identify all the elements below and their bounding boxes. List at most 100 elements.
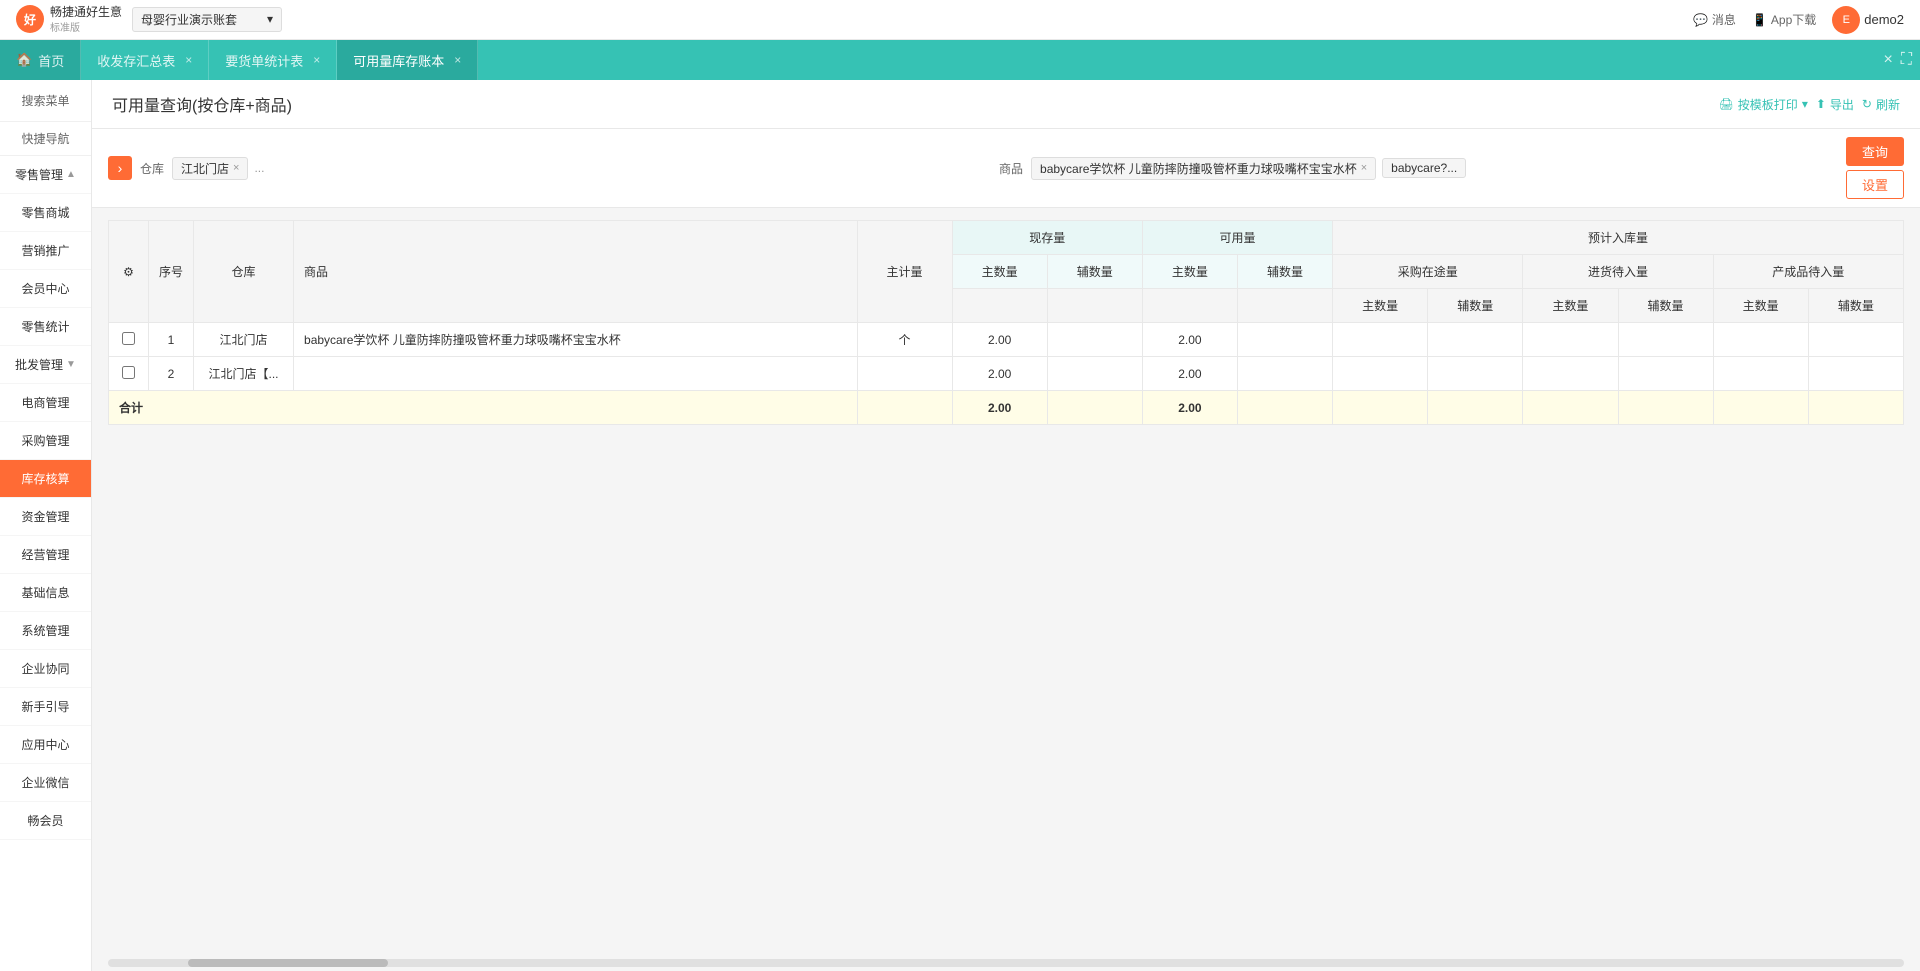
tab-receive-send-label: 收发存汇总表	[97, 51, 175, 70]
th-purchase-transit: 采购在途量	[1333, 255, 1523, 289]
sidebar-item-ecommerce[interactable]: 电商管理	[0, 384, 91, 422]
sidebar-item-enterprise-wx-label: 企业微信	[21, 774, 69, 791]
query-btn[interactable]: 查询	[1846, 137, 1904, 166]
table-container: ⚙ 序号 仓库 商品 主计量 现存量 可用量 预计入库量 主数量 辅数量 主数量	[92, 208, 1920, 955]
sidebar-item-enterprise[interactable]: 企业协同	[0, 650, 91, 688]
tab-home[interactable]: 🏠 首页	[0, 40, 81, 80]
cell-unit: 个	[857, 323, 952, 357]
cell-pa-aux	[1618, 323, 1713, 357]
sidebar-item-ecommerce-label: 电商管理	[21, 394, 69, 411]
app-download-btn[interactable]: 📱 App下载	[1752, 11, 1816, 28]
close-all-tabs-btn[interactable]: ×	[1883, 51, 1892, 69]
refresh-btn[interactable]: ↻ 刷新	[1862, 96, 1900, 113]
tab-available-stock-close[interactable]: ×	[454, 53, 461, 67]
sidebar-quick-nav[interactable]: 快捷导航	[0, 122, 91, 156]
username: demo2	[1864, 12, 1904, 27]
cell-avail-main: 2.00	[1142, 323, 1237, 357]
sidebar-item-vip[interactable]: 畅会员	[0, 802, 91, 840]
tab-available-stock-label: 可用量库存账本	[353, 51, 444, 70]
warehouse-tag-close[interactable]: ×	[233, 162, 239, 174]
th-current-aux: 辅数量	[1047, 255, 1142, 289]
th-settings: ⚙	[109, 221, 149, 323]
export-btn[interactable]: ⬆ 导出	[1816, 96, 1854, 113]
cell-checkbox[interactable]	[109, 357, 149, 391]
app-icon: 📱	[1752, 13, 1767, 27]
sidebar-item-base-info[interactable]: 基础信息	[0, 574, 91, 612]
fullscreen-btn[interactable]: ⛶	[1901, 51, 1912, 69]
message-btn[interactable]: 💬 消息	[1693, 11, 1736, 28]
sidebar-item-member-center[interactable]: 会员中心	[0, 270, 91, 308]
industry-selector[interactable]: 母婴行业演示账套 ▾	[132, 7, 282, 32]
sidebar-item-wholesale-label: 批发管理	[15, 356, 63, 373]
summary-spacer	[857, 391, 952, 425]
row-checkbox[interactable]	[122, 332, 135, 345]
search-menu-btn[interactable]: 搜索菜单	[8, 88, 83, 113]
cell-pp-aux	[1808, 323, 1903, 357]
tab-order-stats[interactable]: 要货单统计表 ×	[209, 40, 337, 80]
th-pp-aux: 辅数量	[1808, 289, 1903, 323]
warehouse-tag: 江北门店 ×	[172, 157, 248, 180]
filter-toggle-btn[interactable]: ›	[108, 156, 132, 180]
th-avail-main: 主数量	[1142, 255, 1237, 289]
scroll-track[interactable]	[108, 959, 1904, 967]
product-tag-1-close[interactable]: ×	[1361, 162, 1367, 174]
sidebar-item-system[interactable]: 系统管理	[0, 612, 91, 650]
sidebar-item-marketing[interactable]: 营销推广	[0, 232, 91, 270]
cell-avail-aux	[1238, 323, 1333, 357]
top-bar: 好 畅捷通好生意 标准版 母婴行业演示账套 ▾ 💬 消息 📱 App下载 E d…	[0, 0, 1920, 40]
tab-controls: × ⛶	[1883, 51, 1920, 69]
logo-text-area: 畅捷通好生意 标准版	[50, 5, 122, 34]
cell-checkbox[interactable]	[109, 323, 149, 357]
scroll-thumb[interactable]	[188, 959, 388, 967]
cell-warehouse: 江北门店	[194, 323, 294, 357]
sidebar-item-retail-stats[interactable]: 零售统计	[0, 308, 91, 346]
th-no: 序号	[149, 221, 194, 323]
export-icon: ⬆	[1816, 97, 1826, 111]
sidebar-item-new-guide-label: 新手引导	[21, 698, 69, 715]
warehouse-more[interactable]: ...	[254, 161, 264, 175]
tab-receive-send-close[interactable]: ×	[185, 53, 192, 67]
page-title: 可用量查询(按仓库+商品)	[112, 92, 292, 116]
th-pt-main: 主数量	[1333, 289, 1428, 323]
table-footer	[92, 955, 1920, 971]
sidebar-item-retail-mgmt-label: 零售管理	[15, 166, 63, 183]
chevron-print-icon: ▾	[1802, 97, 1808, 111]
sidebar: 搜索菜单 快捷导航 零售管理 ▲ 零售商城 营销推广 会员中心 零售统计 批发管…	[0, 80, 92, 971]
settings-icon[interactable]: ⚙	[123, 265, 134, 279]
user-area[interactable]: E demo2	[1832, 6, 1904, 34]
cell-avail-aux	[1238, 357, 1333, 391]
th-cs-aux	[1047, 289, 1142, 323]
tab-receive-send[interactable]: 收发存汇总表 ×	[81, 40, 209, 80]
sidebar-item-enterprise-wx[interactable]: 企业微信	[0, 764, 91, 802]
summary-pp-main	[1713, 391, 1808, 425]
sidebar-item-wholesale[interactable]: 批发管理 ▼	[0, 346, 91, 384]
sidebar-item-purchase[interactable]: 采购管理	[0, 422, 91, 460]
th-pa-main: 主数量	[1523, 289, 1618, 323]
sidebar-item-finance[interactable]: 资金管理	[0, 498, 91, 536]
th-warehouse: 仓库	[194, 221, 294, 323]
sidebar-item-new-guide[interactable]: 新手引导	[0, 688, 91, 726]
sidebar-item-base-info-label: 基础信息	[21, 584, 69, 601]
tab-available-stock[interactable]: 可用量库存账本 ×	[337, 40, 478, 80]
sidebar-item-retail-mall[interactable]: 零售商城	[0, 194, 91, 232]
print-btn[interactable]: 🖨 按模板打印 ▾	[1719, 96, 1808, 113]
cell-warehouse: 江北门店【...	[194, 357, 294, 391]
th-avail-aux: 辅数量	[1238, 255, 1333, 289]
cell-pt-aux	[1428, 357, 1523, 391]
summary-label: 合计	[109, 391, 858, 425]
sidebar-item-purchase-label: 采购管理	[21, 432, 69, 449]
cell-current-aux	[1047, 357, 1142, 391]
row-checkbox[interactable]	[122, 366, 135, 379]
cell-pp-aux	[1808, 357, 1903, 391]
tab-order-stats-close[interactable]: ×	[313, 53, 320, 67]
sidebar-item-retail-mgmt[interactable]: 零售管理 ▲	[0, 156, 91, 194]
th-cs-main	[952, 289, 1047, 323]
cell-no: 2	[149, 357, 194, 391]
cell-unit	[857, 357, 952, 391]
settings-btn[interactable]: 设置	[1846, 170, 1904, 199]
cell-pt-main	[1333, 323, 1428, 357]
sidebar-item-inventory[interactable]: 库存核算	[0, 460, 91, 498]
sidebar-item-app-center[interactable]: 应用中心	[0, 726, 91, 764]
sidebar-item-ops-label: 经营管理	[21, 546, 69, 563]
sidebar-item-ops[interactable]: 经营管理	[0, 536, 91, 574]
